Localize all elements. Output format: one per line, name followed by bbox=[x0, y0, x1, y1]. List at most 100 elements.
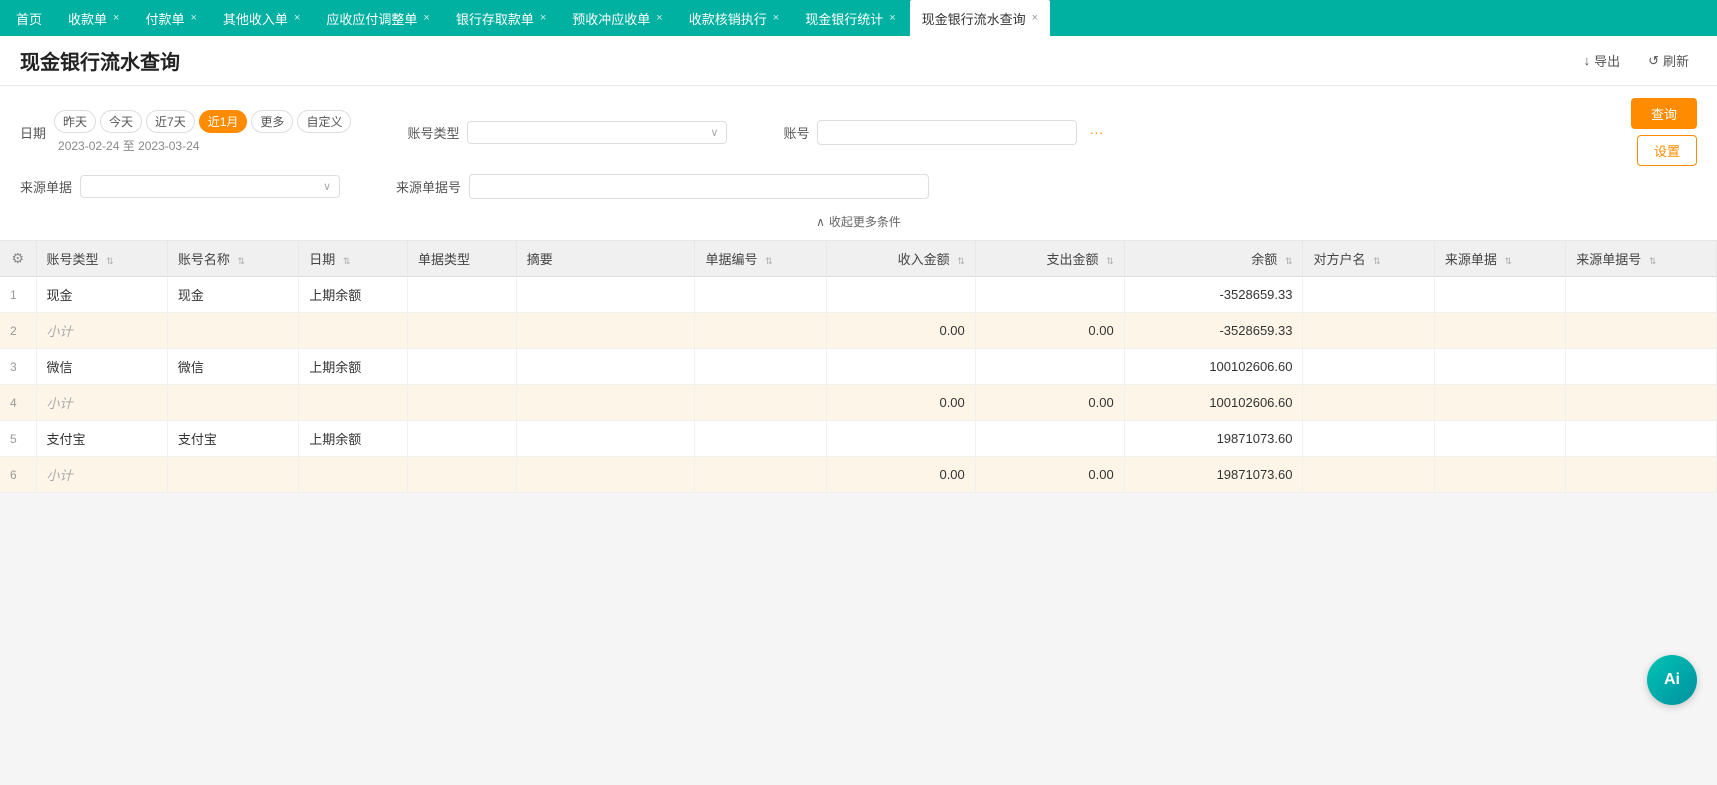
query-button[interactable]: 查询 bbox=[1631, 98, 1697, 129]
close-tab-advance-offset[interactable]: × bbox=[656, 12, 662, 24]
counterparty-cell bbox=[1303, 385, 1434, 421]
table-row: 4小计0.000.00100102606.60 bbox=[0, 385, 1717, 421]
balance-cell: 100102606.60 bbox=[1124, 349, 1303, 385]
account-type-cell: 支付宝 bbox=[36, 421, 167, 457]
ai-assistant-button[interactable]: Ai bbox=[1647, 655, 1697, 705]
col-balance[interactable]: 余额 ⇅ bbox=[1124, 241, 1303, 277]
source-doc-cell bbox=[1434, 277, 1565, 313]
source-doc-no-cell bbox=[1566, 421, 1717, 457]
collapse-filters-button[interactable]: ∧ 收起更多条件 bbox=[20, 207, 1697, 232]
refresh-button[interactable]: ↺ 刷新 bbox=[1640, 47, 1697, 74]
nav-tab-cash-bank-ledger[interactable]: 现金银行流水查询 × bbox=[910, 0, 1050, 36]
table-body: 1现金现金上期余额-3528659.332小计0.000.00-3528659.… bbox=[0, 277, 1717, 493]
expense-cell: 0.00 bbox=[975, 313, 1124, 349]
nav-tab-ar-ap-adjust[interactable]: 应收应付调整单 × bbox=[314, 0, 441, 36]
close-tab-cash-bank-stats[interactable]: × bbox=[889, 12, 895, 24]
col-account-name[interactable]: 账号名称 ⇅ bbox=[167, 241, 298, 277]
table-row: 1现金现金上期余额-3528659.33 bbox=[0, 277, 1717, 313]
col-date[interactable]: 日期 ⇅ bbox=[299, 241, 408, 277]
close-tab-ar-ap-adjust[interactable]: × bbox=[423, 12, 429, 24]
source-doc-select[interactable]: ∨ bbox=[80, 175, 340, 198]
filter-area: 日期 昨天 今天 近7天 近1月 更多 自定义 2023-02-24 至 202… bbox=[0, 86, 1717, 241]
col-doc-no[interactable]: 单据编号 ⇅ bbox=[695, 241, 826, 277]
balance-cell: -3528659.33 bbox=[1124, 277, 1303, 313]
row-number: 4 bbox=[0, 385, 36, 421]
nav-tab-bank-deposit[interactable]: 银行存取款单 × bbox=[444, 0, 558, 36]
account-filter-group: 账号 ··· bbox=[783, 120, 1107, 145]
income-cell: 0.00 bbox=[826, 313, 975, 349]
income-cell: 0.00 bbox=[826, 457, 975, 493]
expense-cell: 0.00 bbox=[975, 385, 1124, 421]
sort-counterparty-icon: ⇅ bbox=[1373, 257, 1381, 266]
col-source-doc-no[interactable]: 来源单据号 ⇅ bbox=[1566, 241, 1717, 277]
date-cell bbox=[299, 457, 408, 493]
balance-cell: -3528659.33 bbox=[1124, 313, 1303, 349]
date-btn-7days[interactable]: 近7天 bbox=[146, 110, 195, 133]
date-cell bbox=[299, 313, 408, 349]
row-number: 3 bbox=[0, 349, 36, 385]
account-type-cell: 小计 bbox=[36, 457, 167, 493]
sort-source-doc-icon: ⇅ bbox=[1504, 257, 1512, 266]
date-btn-custom[interactable]: 自定义 bbox=[297, 110, 351, 133]
close-tab-other-income[interactable]: × bbox=[294, 12, 300, 24]
summary-cell bbox=[516, 421, 695, 457]
close-tab-receipts[interactable]: × bbox=[113, 12, 119, 24]
row-number: 5 bbox=[0, 421, 36, 457]
date-btn-more[interactable]: 更多 bbox=[251, 110, 293, 133]
row-number: 6 bbox=[0, 457, 36, 493]
nav-tab-payments[interactable]: 付款单 × bbox=[133, 0, 208, 36]
export-button[interactable]: ↓ 导出 bbox=[1576, 47, 1629, 74]
account-type-cell: 小计 bbox=[36, 385, 167, 421]
account-name-cell bbox=[167, 457, 298, 493]
account-type-cell: 微信 bbox=[36, 349, 167, 385]
settings-button[interactable]: 设置 bbox=[1637, 135, 1697, 166]
date-cell: 上期余额 bbox=[299, 421, 408, 457]
source-doc-label: 来源单据 bbox=[20, 177, 72, 196]
expense-cell bbox=[975, 421, 1124, 457]
sort-account-type-icon: ⇅ bbox=[106, 257, 114, 266]
doc-no-cell bbox=[695, 385, 826, 421]
account-ellipsis-button[interactable]: ··· bbox=[1085, 124, 1107, 140]
doc-no-cell bbox=[695, 457, 826, 493]
sort-account-name-icon: ⇅ bbox=[238, 257, 246, 266]
source-doc-no-cell bbox=[1566, 313, 1717, 349]
column-settings-icon[interactable]: ⚙ bbox=[11, 250, 24, 266]
col-expense[interactable]: 支出金额 ⇅ bbox=[975, 241, 1124, 277]
nav-home[interactable]: 首页 bbox=[4, 0, 54, 36]
counterparty-cell bbox=[1303, 349, 1434, 385]
balance-cell: 19871073.60 bbox=[1124, 421, 1303, 457]
nav-tab-advance-offset[interactable]: 预收冲应收单 × bbox=[560, 0, 674, 36]
nav-tab-receipts[interactable]: 收款单 × bbox=[56, 0, 131, 36]
date-btn-1month[interactable]: 近1月 bbox=[199, 110, 248, 133]
sort-expense-icon: ⇅ bbox=[1106, 257, 1114, 266]
close-tab-payments[interactable]: × bbox=[190, 12, 196, 24]
summary-cell bbox=[516, 277, 695, 313]
sort-source-doc-no-icon: ⇅ bbox=[1649, 257, 1657, 266]
nav-tab-payment-verify[interactable]: 收款核销执行 × bbox=[677, 0, 791, 36]
row-number: 2 bbox=[0, 313, 36, 349]
col-settings[interactable]: ⚙ bbox=[0, 241, 36, 277]
col-income[interactable]: 收入金额 ⇅ bbox=[826, 241, 975, 277]
col-account-type[interactable]: 账号类型 ⇅ bbox=[36, 241, 167, 277]
counterparty-cell bbox=[1303, 277, 1434, 313]
account-type-select[interactable]: ∨ bbox=[467, 121, 727, 144]
date-btn-yesterday[interactable]: 昨天 bbox=[54, 110, 96, 133]
nav-tab-other-income[interactable]: 其他收入单 × bbox=[211, 0, 312, 36]
source-doc-no-filter-group: 来源单据号 bbox=[396, 174, 929, 199]
close-tab-bank-deposit[interactable]: × bbox=[540, 12, 546, 24]
col-source-doc[interactable]: 来源单据 ⇅ bbox=[1434, 241, 1565, 277]
account-type-chevron-icon: ∨ bbox=[710, 126, 718, 139]
counterparty-cell bbox=[1303, 313, 1434, 349]
date-filter-group: 日期 昨天 今天 近7天 近1月 更多 自定义 2023-02-24 至 202… bbox=[20, 110, 351, 154]
close-tab-payment-verify[interactable]: × bbox=[773, 12, 779, 24]
close-tab-cash-bank-ledger[interactable]: × bbox=[1032, 12, 1038, 24]
date-btn-today[interactable]: 今天 bbox=[100, 110, 142, 133]
account-input[interactable] bbox=[817, 120, 1077, 145]
expense-cell: 0.00 bbox=[975, 457, 1124, 493]
doc-type-cell bbox=[407, 313, 516, 349]
table-header-row: ⚙ 账号类型 ⇅ 账号名称 ⇅ 日期 ⇅ 单据类型 摘要 单据编号 bbox=[0, 241, 1717, 277]
nav-tab-cash-bank-stats[interactable]: 现金银行统计 × bbox=[793, 0, 907, 36]
date-cell: 上期余额 bbox=[299, 277, 408, 313]
source-doc-no-input[interactable] bbox=[469, 174, 929, 199]
col-counterparty[interactable]: 对方户名 ⇅ bbox=[1303, 241, 1434, 277]
